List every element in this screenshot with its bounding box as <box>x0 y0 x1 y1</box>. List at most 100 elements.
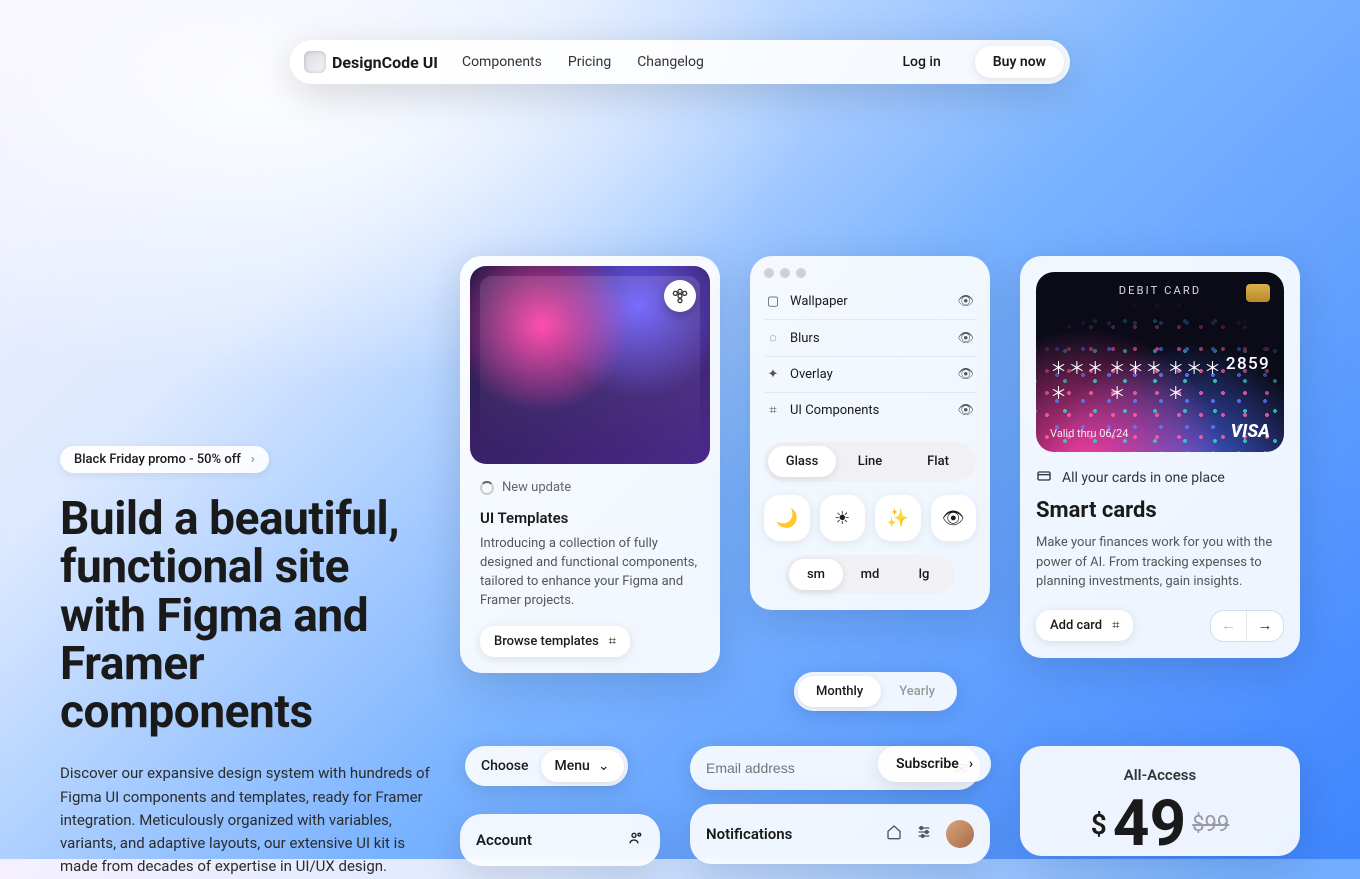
layer-label: UI Components <box>790 403 879 418</box>
access-title: All-Access <box>1036 766 1284 784</box>
card-valid: Valid thru 06/24 <box>1050 427 1128 440</box>
window-traffic-lights <box>764 268 976 278</box>
figma-icon <box>664 280 696 312</box>
browse-templates-button[interactable]: Browse templates ⌗ <box>480 626 630 657</box>
seg-md[interactable]: md <box>843 559 897 590</box>
hero-headline: Build a beautiful, functional site with … <box>60 495 440 736</box>
droplet-icon: ◌ <box>766 330 780 346</box>
image-icon: ▢ <box>766 294 780 309</box>
arrow-right-button[interactable]: → <box>1247 611 1283 641</box>
sliders-icon[interactable] <box>916 824 932 844</box>
subscribe-label: Subscribe <box>896 756 959 772</box>
eye-icon[interactable]: 👁 <box>957 331 974 346</box>
preview-icon[interactable]: 👁 <box>931 495 977 541</box>
grid-icon: ⌗ <box>766 403 780 418</box>
smart-cards-card: DEBIT CARD ＊＊＊＊ ＊＊＊＊ ＊＊＊＊ 2859 Valid thr… <box>1020 256 1300 658</box>
smart-title: Smart cards <box>1036 498 1284 523</box>
menu-dropdown[interactable]: Menu ⌄ <box>541 750 624 782</box>
arrow-left-button[interactable]: ← <box>1211 611 1247 641</box>
eye-icon[interactable]: 👁 <box>957 403 974 418</box>
update-badge: New update <box>480 480 700 495</box>
subscribe-button[interactable]: Subscribe › <box>878 746 991 782</box>
card-subtitle: All your cards in one place <box>1062 470 1225 486</box>
chevron-down-icon: ⌄ <box>598 758 610 774</box>
price-row: $ 49 99 <box>1036 792 1284 856</box>
account-title: Account <box>476 831 532 849</box>
card-nav-arrows: ← → <box>1210 610 1284 642</box>
smart-actions: Add card ⌗ ← → <box>1036 610 1284 642</box>
smart-body: Make your finances work for you with the… <box>1036 533 1284 592</box>
avatar[interactable] <box>946 820 974 848</box>
update-badge-text: New update <box>502 480 571 495</box>
style-segment: Glass Line Flat <box>764 442 976 481</box>
logo-icon <box>304 51 326 73</box>
all-access-card: All-Access $ 49 99 <box>1020 746 1300 856</box>
price-value: 49 <box>1113 792 1186 856</box>
period-yearly[interactable]: Yearly <box>881 676 953 707</box>
hero: Black Friday promo - 50% off › Build a b… <box>60 446 440 879</box>
seg-lg[interactable]: lg <box>897 559 951 590</box>
size-segment: sm md lg <box>785 555 955 594</box>
layer-blurs[interactable]: ◌ Blurs 👁 <box>764 320 976 357</box>
add-card-label: Add card <box>1050 618 1102 633</box>
buy-now-button[interactable]: Buy now <box>975 46 1064 78</box>
login-link[interactable]: Log in <box>903 54 941 70</box>
price-old: 99 <box>1192 812 1229 837</box>
home-icon[interactable] <box>886 824 902 844</box>
card-number: ＊＊＊＊ ＊＊＊＊ ＊＊＊＊ 2859 <box>1050 354 1270 404</box>
seg-glass[interactable]: Glass <box>768 446 836 477</box>
templates-desc: Introducing a collection of fully design… <box>480 535 700 610</box>
eye-icon[interactable]: 👁 <box>957 294 974 309</box>
chevron-right-icon: › <box>969 756 973 772</box>
ui-templates-card: New update UI Templates Introducing a co… <box>460 256 720 673</box>
layer-label: Blurs <box>790 331 820 346</box>
card-subtitle-row: All your cards in one place <box>1036 468 1284 488</box>
notifications-title: Notifications <box>706 825 872 843</box>
account-card[interactable]: Account <box>460 814 660 866</box>
menu-label: Menu <box>555 758 590 774</box>
choose-label: Choose <box>481 758 529 774</box>
debit-card-visual: DEBIT CARD ＊＊＊＊ ＊＊＊＊ ＊＊＊＊ 2859 Valid thr… <box>1036 272 1284 452</box>
auto-icon[interactable]: ✨ <box>875 495 921 541</box>
templates-thumbnail[interactable] <box>470 266 710 464</box>
eye-icon[interactable]: 👁 <box>957 367 974 382</box>
nav-link-changelog[interactable]: Changelog <box>637 54 704 70</box>
add-card-button[interactable]: Add card ⌗ <box>1036 610 1133 641</box>
controls-card: ▢ Wallpaper 👁 ◌ Blurs 👁 ✦ Overlay 👁 ⌗ UI… <box>750 256 990 610</box>
promo-pill[interactable]: Black Friday promo - 50% off › <box>60 446 269 473</box>
seg-flat[interactable]: Flat <box>904 446 972 477</box>
period-monthly[interactable]: Monthly <box>798 676 881 707</box>
layer-wallpaper[interactable]: ▢ Wallpaper 👁 <box>764 284 976 320</box>
billing-period-toggle: Monthly Yearly <box>794 672 957 711</box>
nav-links: Components Pricing Changelog <box>462 54 704 70</box>
seg-sm[interactable]: sm <box>789 559 843 590</box>
layer-label: Overlay <box>790 367 833 382</box>
sun-icon[interactable]: ☀ <box>820 495 866 541</box>
layer-ui-components[interactable]: ⌗ UI Components 👁 <box>764 393 976 428</box>
nav-link-pricing[interactable]: Pricing <box>568 54 611 70</box>
spinner-icon <box>480 481 494 495</box>
hero-body: Discover our expansive design system wit… <box>60 762 440 878</box>
browse-templates-label: Browse templates <box>494 634 599 649</box>
brand-text: DesignCode UI <box>332 53 438 72</box>
sparkle-icon: ✦ <box>766 367 780 382</box>
top-nav: DesignCode UI Components Pricing Changel… <box>290 40 1070 84</box>
seg-line[interactable]: Line <box>836 446 904 477</box>
moon-icon[interactable]: 🌙 <box>764 495 810 541</box>
brand[interactable]: DesignCode UI <box>304 51 438 73</box>
grid-icon: ⌗ <box>609 634 616 649</box>
chevron-right-icon: › <box>251 452 255 467</box>
visa-logo: VISA <box>1231 421 1270 442</box>
nav-link-components[interactable]: Components <box>462 54 542 70</box>
currency-symbol: $ <box>1091 808 1107 841</box>
card-icon <box>1036 468 1052 488</box>
theme-icon-row: 🌙 ☀ ✨ 👁 <box>764 495 976 541</box>
chip-icon <box>1246 284 1270 302</box>
promo-text: Black Friday promo - 50% off <box>74 452 241 467</box>
layer-label: Wallpaper <box>790 294 848 309</box>
notifications-card: Notifications <box>690 804 990 864</box>
choose-chip: Choose Menu ⌄ <box>465 746 628 786</box>
layer-overlay[interactable]: ✦ Overlay 👁 <box>764 357 976 393</box>
users-icon <box>628 830 644 850</box>
grid-icon: ⌗ <box>1112 618 1119 633</box>
